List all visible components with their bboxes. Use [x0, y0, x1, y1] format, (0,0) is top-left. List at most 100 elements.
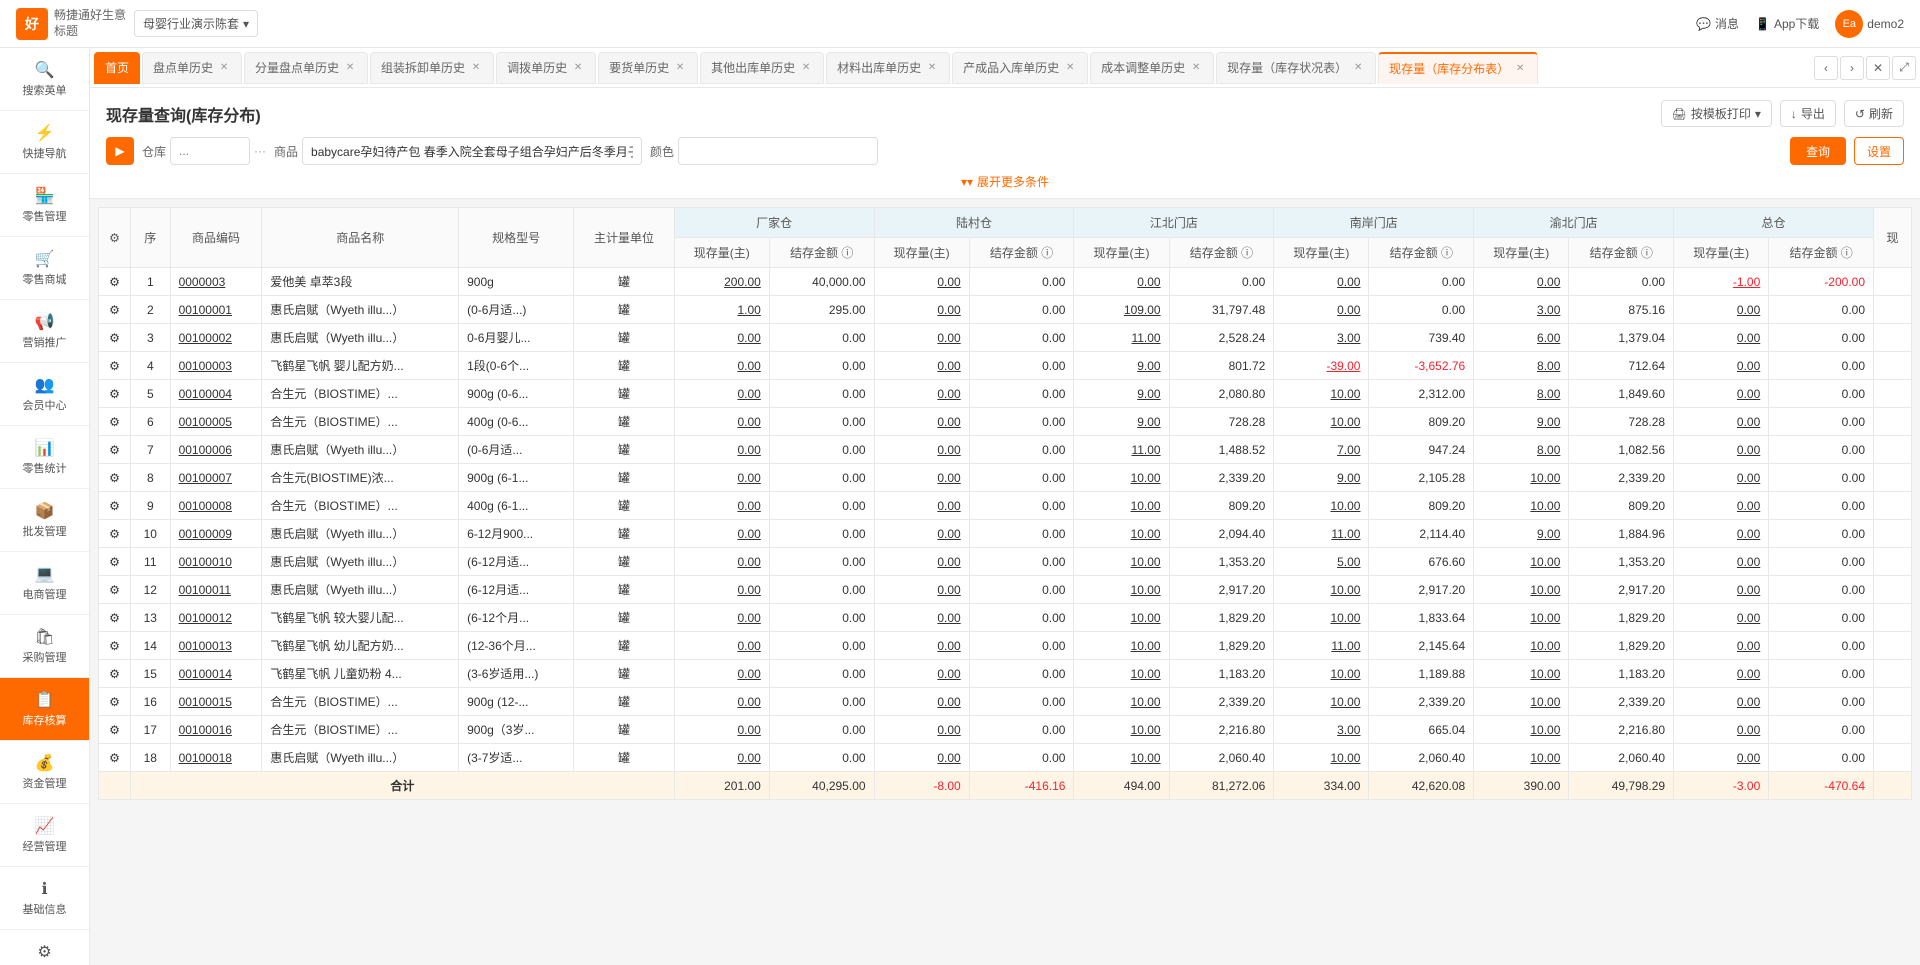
tab-next-btn[interactable]: › — [1840, 56, 1864, 80]
tab-close-icon[interactable]: ✕ — [673, 61, 687, 75]
row-fc-stock[interactable]: 0.00 — [674, 464, 769, 492]
row-na-stock[interactable]: 3.00 — [1274, 324, 1369, 352]
tab-cost-adjust[interactable]: 成本调整单历史 ✕ — [1090, 52, 1214, 84]
export-btn[interactable]: ↓ 导出 — [1780, 100, 1836, 127]
row-settings[interactable]: ⚙ — [99, 520, 131, 548]
filter-expand-arrow[interactable]: ▶ — [106, 137, 134, 165]
tab-close-icon[interactable]: ✕ — [1063, 61, 1077, 75]
row-settings[interactable]: ⚙ — [99, 268, 131, 296]
row-lc-stock[interactable]: 0.00 — [874, 604, 969, 632]
sidebar-item-member[interactable]: 👥 会员中心 — [0, 363, 89, 426]
tab-close-icon[interactable]: ✕ — [1513, 61, 1527, 75]
sidebar-item-retail-mall[interactable]: 🛒 零售商城 — [0, 237, 89, 300]
sidebar-item-system[interactable]: ⚙ 系统管理 — [0, 930, 89, 965]
row-na-stock[interactable]: 10.00 — [1274, 380, 1369, 408]
row-fc-stock[interactable]: 0.00 — [674, 380, 769, 408]
row-settings[interactable]: ⚙ — [99, 408, 131, 436]
row-yb-stock[interactable]: 9.00 — [1474, 520, 1569, 548]
row-total-stock[interactable]: 0.00 — [1674, 408, 1769, 436]
row-settings[interactable]: ⚙ — [99, 492, 131, 520]
sidebar-item-marketing[interactable]: 📢 营销推广 — [0, 300, 89, 363]
row-yb-stock[interactable]: 10.00 — [1474, 576, 1569, 604]
row-lc-stock[interactable]: 0.00 — [874, 436, 969, 464]
row-fc-stock[interactable]: 1.00 — [674, 296, 769, 324]
sidebar-item-retail-stats[interactable]: 📊 零售统计 — [0, 426, 89, 489]
row-settings[interactable]: ⚙ — [99, 576, 131, 604]
tab-close-icon[interactable]: ✕ — [799, 61, 813, 75]
row-na-stock[interactable]: 0.00 — [1274, 296, 1369, 324]
row-lc-stock[interactable]: 0.00 — [874, 520, 969, 548]
row-jb-stock[interactable]: 10.00 — [1074, 744, 1169, 772]
row-lc-stock[interactable]: 0.00 — [874, 352, 969, 380]
tab-close-icon[interactable]: ✕ — [571, 61, 585, 75]
row-settings[interactable]: ⚙ — [99, 436, 131, 464]
row-jb-stock[interactable]: 10.00 — [1074, 632, 1169, 660]
settings-button[interactable]: 设置 — [1854, 137, 1904, 165]
expand-conditions-btn[interactable]: ▾▾ 展开更多条件 — [961, 173, 1049, 190]
row-code[interactable]: 00100014 — [170, 660, 262, 688]
row-settings[interactable]: ⚙ — [99, 296, 131, 324]
row-total-stock[interactable]: 0.00 — [1674, 380, 1769, 408]
message-btn[interactable]: 💬 消息 — [1696, 15, 1739, 32]
row-yb-stock[interactable]: 0.00 — [1474, 268, 1569, 296]
row-lc-stock[interactable]: 0.00 — [874, 296, 969, 324]
row-total-stock[interactable]: 0.00 — [1674, 716, 1769, 744]
row-total-stock[interactable]: 0.00 — [1674, 324, 1769, 352]
tab-assembly[interactable]: 组装拆卸单历史 ✕ — [370, 52, 494, 84]
sidebar-item-search[interactable]: 🔍 搜索英单 — [0, 48, 89, 111]
row-settings[interactable]: ⚙ — [99, 464, 131, 492]
row-jb-stock[interactable]: 9.00 — [1074, 380, 1169, 408]
row-lc-stock[interactable]: 0.00 — [874, 576, 969, 604]
row-lc-stock[interactable]: 0.00 — [874, 324, 969, 352]
row-yb-stock[interactable]: 10.00 — [1474, 688, 1569, 716]
row-code[interactable]: 00100002 — [170, 324, 262, 352]
row-na-stock[interactable]: 9.00 — [1274, 464, 1369, 492]
row-yb-stock[interactable]: 6.00 — [1474, 324, 1569, 352]
row-fc-stock[interactable]: 0.00 — [674, 492, 769, 520]
row-code[interactable]: 00100007 — [170, 464, 262, 492]
print-btn[interactable]: 🖨 按模板打印 ▾ — [1661, 100, 1772, 127]
row-na-stock[interactable]: 11.00 — [1274, 632, 1369, 660]
row-total-stock[interactable]: 0.00 — [1674, 604, 1769, 632]
row-settings[interactable]: ⚙ — [99, 716, 131, 744]
row-total-stock[interactable]: 0.00 — [1674, 436, 1769, 464]
row-total-stock[interactable]: 0.00 — [1674, 660, 1769, 688]
row-total-stock[interactable]: 0.00 — [1674, 548, 1769, 576]
sidebar-item-basic-info[interactable]: ℹ 基础信息 — [0, 867, 89, 930]
row-lc-stock[interactable]: 0.00 — [874, 716, 969, 744]
row-jb-stock[interactable]: 10.00 — [1074, 520, 1169, 548]
row-code[interactable]: 00100018 — [170, 744, 262, 772]
tab-close-icon[interactable]: ✕ — [343, 61, 357, 75]
row-yb-stock[interactable]: 3.00 — [1474, 296, 1569, 324]
tab-close-icon[interactable]: ✕ — [1351, 61, 1365, 75]
row-total-stock[interactable]: 0.00 — [1674, 520, 1769, 548]
sidebar-item-retail-mgmt[interactable]: 🏪 零售管理 — [0, 174, 89, 237]
row-lc-stock[interactable]: 0.00 — [874, 744, 969, 772]
row-lc-stock[interactable]: 0.00 — [874, 688, 969, 716]
row-fc-stock[interactable]: 0.00 — [674, 436, 769, 464]
tab-maximize-btn[interactable]: ⤢ — [1892, 56, 1916, 80]
tab-quantity-check[interactable]: 分量盘点单历史 ✕ — [244, 52, 368, 84]
tab-product-in[interactable]: 产成品入库单历史 ✕ — [952, 52, 1088, 84]
row-fc-stock[interactable]: 0.00 — [674, 324, 769, 352]
demo-selector[interactable]: 母婴行业演示陈套 ▾ — [134, 10, 258, 37]
tab-stock-status[interactable]: 现存量（库存状况表） ✕ — [1216, 52, 1376, 84]
row-code[interactable]: 00100006 — [170, 436, 262, 464]
row-na-stock[interactable]: 0.00 — [1274, 268, 1369, 296]
sidebar-item-purchase[interactable]: 🛍 采购管理 — [0, 615, 89, 678]
row-fc-stock[interactable]: 0.00 — [674, 352, 769, 380]
row-fc-stock[interactable]: 0.00 — [674, 604, 769, 632]
row-lc-stock[interactable]: 0.00 — [874, 632, 969, 660]
tab-material-out[interactable]: 材料出库单历史 ✕ — [826, 52, 950, 84]
row-settings[interactable]: ⚙ — [99, 548, 131, 576]
row-na-stock[interactable]: 10.00 — [1274, 744, 1369, 772]
row-na-stock[interactable]: 7.00 — [1274, 436, 1369, 464]
row-code[interactable]: 00100010 — [170, 548, 262, 576]
row-jb-stock[interactable]: 0.00 — [1074, 268, 1169, 296]
row-fc-stock[interactable]: 0.00 — [674, 408, 769, 436]
row-jb-stock[interactable]: 109.00 — [1074, 296, 1169, 324]
row-code[interactable]: 00100003 — [170, 352, 262, 380]
row-fc-stock[interactable]: 0.00 — [674, 632, 769, 660]
row-jb-stock[interactable]: 10.00 — [1074, 464, 1169, 492]
row-na-stock[interactable]: 10.00 — [1274, 660, 1369, 688]
